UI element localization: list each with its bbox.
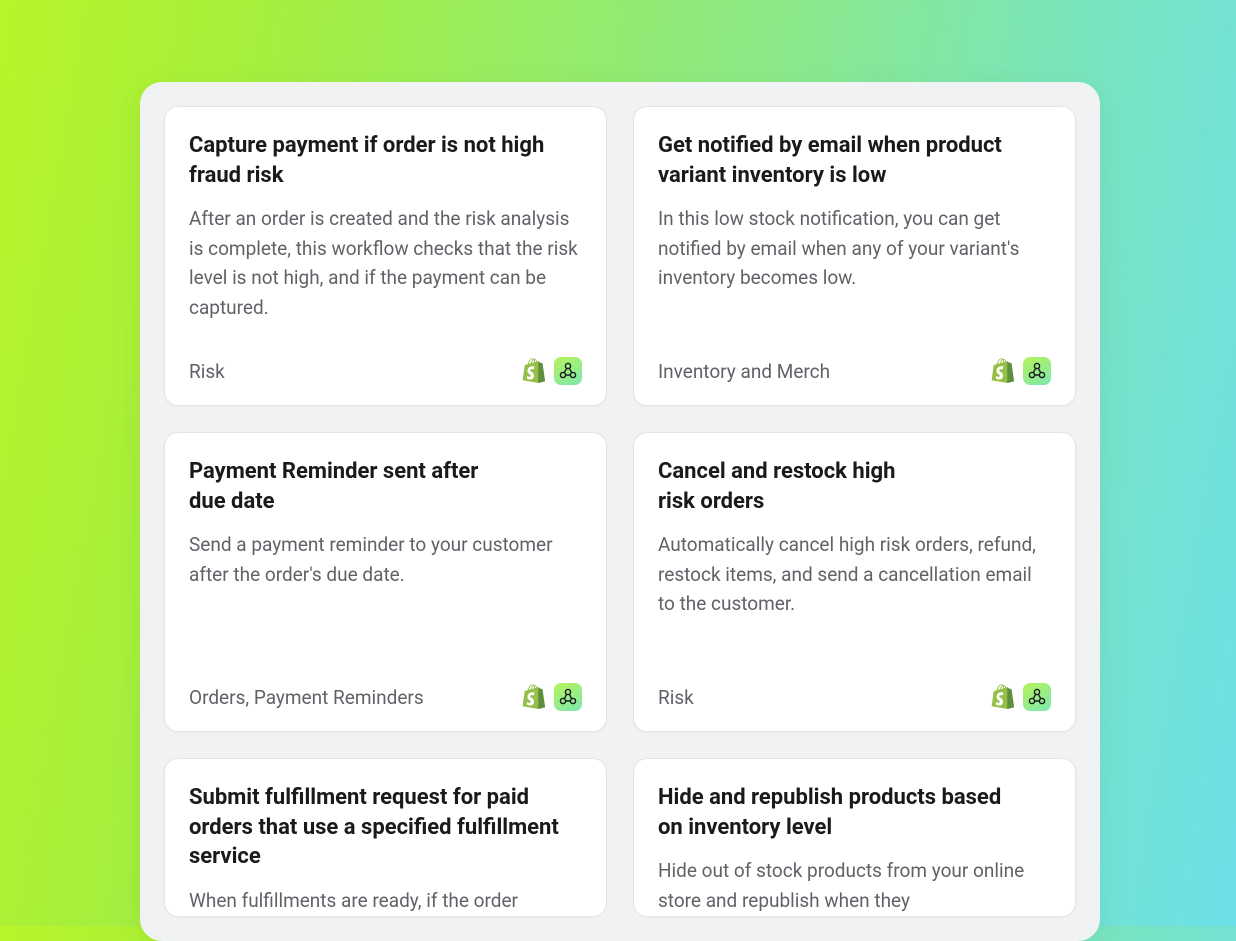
card-description: After an order is created and the risk a… (189, 204, 582, 322)
flow-icon (554, 683, 582, 711)
card-title: Submit fulfillment request for paid orde… (189, 783, 562, 872)
flow-icon (554, 357, 582, 385)
flow-icon (1023, 683, 1051, 711)
card-title: Hide and republish products based on inv… (658, 783, 1031, 842)
card-description: Automatically cancel high risk orders, r… (658, 530, 1051, 618)
card-tags: Orders, Payment Reminders (189, 686, 424, 709)
card-footer: Orders, Payment Reminders (189, 683, 582, 711)
card-icons (989, 357, 1051, 385)
card-title: Cancel and restock high risk orders (658, 457, 913, 516)
card-tags: Risk (658, 686, 694, 709)
template-card[interactable]: Get notified by email when product varia… (633, 106, 1076, 406)
card-icons (520, 357, 582, 385)
card-title: Get notified by email when product varia… (658, 131, 1031, 190)
card-description: Hide out of stock products from your onl… (658, 856, 1051, 915)
card-description: Send a payment reminder to your customer… (189, 530, 582, 589)
shopify-icon (989, 357, 1017, 385)
card-footer: Risk (658, 683, 1051, 711)
card-tags: Inventory and Merch (658, 360, 830, 383)
card-footer: Inventory and Merch (658, 357, 1051, 385)
template-card[interactable]: Payment Reminder sent after due date Sen… (164, 432, 607, 732)
card-description: When fulfillments are ready, if the orde… (189, 886, 582, 915)
templates-panel: Capture payment if order is not high fra… (140, 82, 1100, 941)
shopify-icon (520, 683, 548, 711)
card-icons (989, 683, 1051, 711)
flow-icon (1023, 357, 1051, 385)
shopify-icon (520, 357, 548, 385)
card-tags: Risk (189, 360, 225, 383)
template-card[interactable]: Cancel and restock high risk orders Auto… (633, 432, 1076, 732)
card-description: In this low stock notification, you can … (658, 204, 1051, 292)
template-card[interactable]: Submit fulfillment request for paid orde… (164, 758, 607, 917)
template-card[interactable]: Hide and republish products based on inv… (633, 758, 1076, 917)
template-card[interactable]: Capture payment if order is not high fra… (164, 106, 607, 406)
card-footer: Risk (189, 357, 582, 385)
card-title: Capture payment if order is not high fra… (189, 131, 562, 190)
card-title: Payment Reminder sent after due date (189, 457, 484, 516)
card-icons (520, 683, 582, 711)
templates-grid: Capture payment if order is not high fra… (164, 106, 1076, 917)
shopify-icon (989, 683, 1017, 711)
